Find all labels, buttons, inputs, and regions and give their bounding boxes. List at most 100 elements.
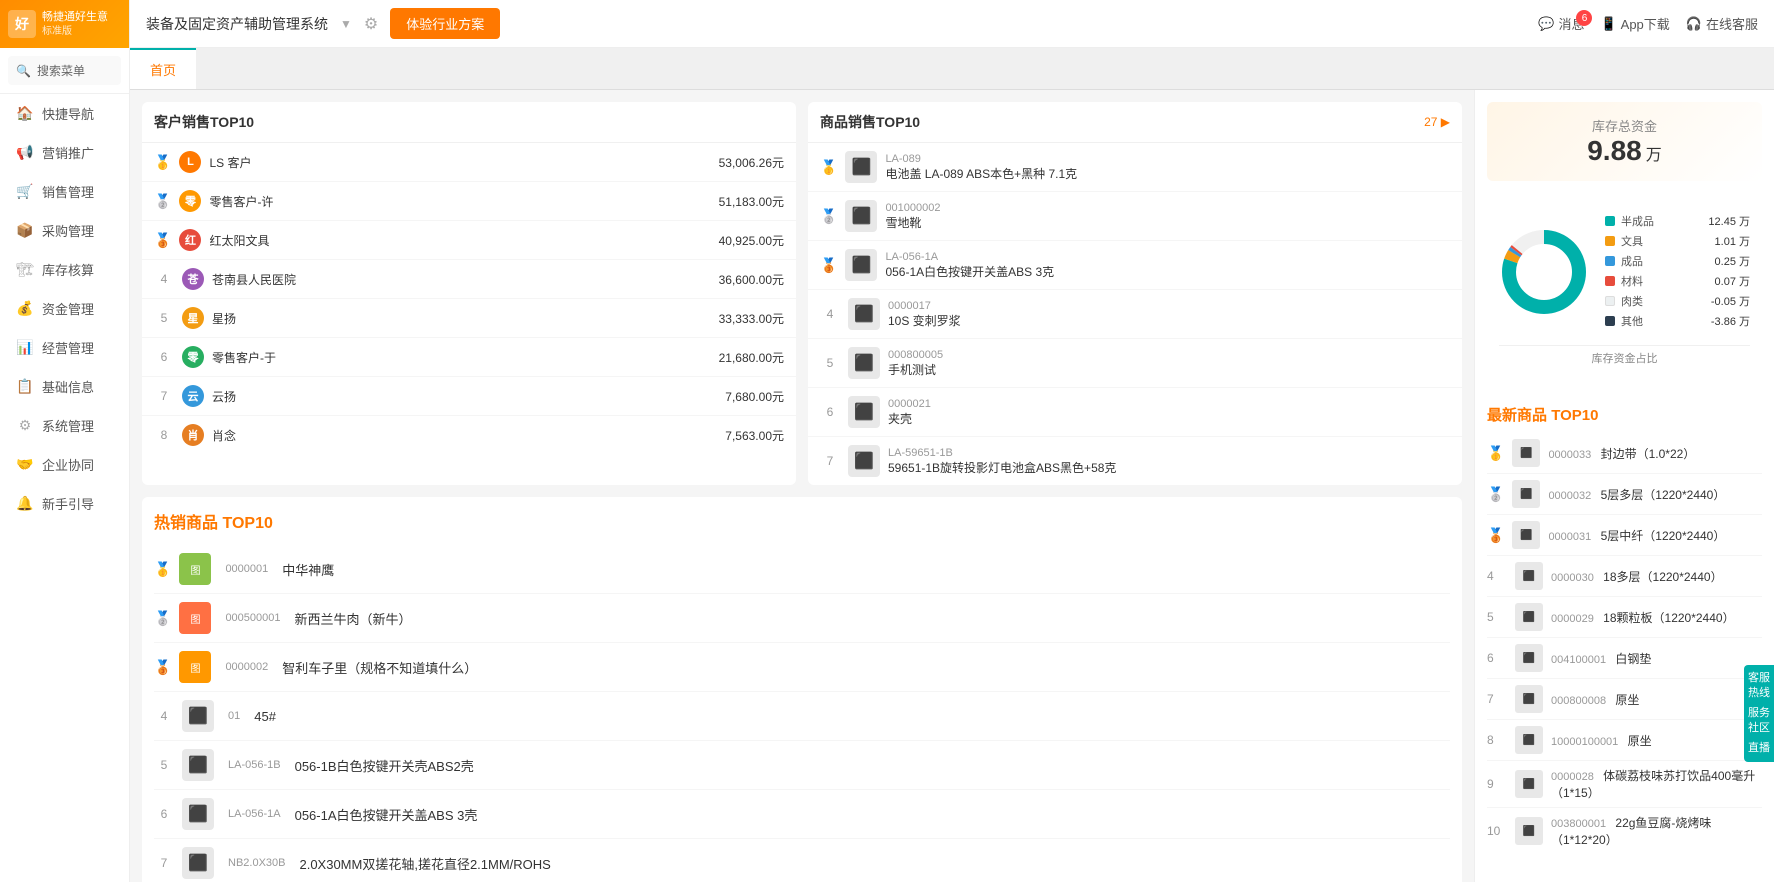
sidebar-item-basics[interactable]: 📋 基础信息 [0, 367, 129, 406]
medal-icon: 🥇 [1487, 445, 1504, 462]
settings-icon[interactable]: ⚙ [364, 14, 378, 34]
legend-dot [1605, 296, 1615, 306]
product-avatar: ⬛ [848, 396, 880, 428]
legend-item: 肉类 -0.05 万 [1605, 293, 1750, 309]
sidebar-item-finance[interactable]: 💰 资金管理 [0, 289, 129, 328]
main-content: 装备及固定资产辅助管理系统 ▼ ⚙ 体验行业方案 💬 消息 6 📱 App下载 … [130, 0, 1774, 882]
app-logo: 好 畅捷通好生意 标准版 [0, 0, 129, 48]
new-product-item: 8 ⬛ 10000100001 原坐 [1487, 720, 1762, 761]
product-img: ⬛ [1515, 817, 1543, 845]
product-avatar: ⬛ [848, 445, 880, 477]
medal-icon: 🥉 [820, 257, 837, 274]
legend-dot [1605, 256, 1615, 266]
messages-button[interactable]: 💬 消息 6 [1538, 14, 1584, 33]
product-info: LA-089 电池盖 LA-089 ABS本色+黑种 7.1克 [885, 153, 1450, 182]
message-icon: 💬 [1538, 16, 1554, 32]
product-img: ⬛ [1515, 726, 1543, 754]
medal-icon: 🥈 [1487, 486, 1504, 503]
app-download-button[interactable]: 📱 App下载 [1600, 14, 1669, 33]
hot-products-title: 热销商品 TOP10 [142, 497, 1462, 545]
new-product-item: 10 ⬛ 003800001 22g鱼豆腐-烧烤味（1*12*20） [1487, 808, 1762, 854]
customer-service-float[interactable]: 客服 热线 服务 社区 直播 [1744, 665, 1774, 762]
list-item: 🥇 ⬛ LA-089 电池盖 LA-089 ABS本色+黑种 7.1克 [808, 143, 1462, 192]
operations-icon: 📊 [16, 339, 34, 357]
sidebar-item-operations[interactable]: 📊 经营管理 [0, 328, 129, 367]
search-icon: 🔍 [16, 64, 31, 78]
product-avatar: ⬛ [182, 749, 214, 781]
rank-num: 8 [154, 428, 174, 442]
product-img: ⬛ [1515, 770, 1543, 798]
customer-value: 53,006.26元 [719, 154, 784, 171]
product-avatar: 图 [179, 602, 211, 634]
finance-icon: 💰 [16, 300, 34, 318]
list-item: 4 ⬛ 0000017 10S 变刺罗浆 [808, 290, 1462, 339]
customer-badge: 红 [179, 229, 201, 251]
medal-icon: 🥇 [154, 154, 171, 171]
legend-dot [1605, 216, 1615, 226]
rank-num: 4 [154, 272, 174, 286]
product-avatar: 图 [179, 553, 211, 585]
product-img: ⬛ [1512, 521, 1540, 549]
product-info: 003800001 22g鱼豆腐-烧烤味（1*12*20） [1551, 814, 1762, 848]
mobile-icon: 📱 [1600, 16, 1616, 32]
product-avatar: ⬛ [182, 700, 214, 732]
tab-home[interactable]: 首页 [130, 48, 196, 89]
product-list: 🥇 ⬛ LA-089 电池盖 LA-089 ABS本色+黑种 7.1克 🥈 [808, 143, 1462, 485]
rank-num: 7 [820, 454, 840, 468]
customer-badge: 零 [179, 190, 201, 212]
sidebar-item-sales[interactable]: 🛒 销售管理 [0, 172, 129, 211]
inventory-total-card: 库存总资金 9.88 万 [1487, 102, 1762, 181]
product-img: ⬛ [1515, 644, 1543, 672]
search-menu-button[interactable]: 🔍 搜索菜单 [8, 56, 121, 85]
sidebar-item-inventory[interactable]: 🏗 库存核算 [0, 250, 129, 289]
new-product-item: 7 ⬛ 000800008 原坐 [1487, 679, 1762, 720]
medal-icon: 🥈 [154, 193, 171, 210]
sidebar-item-system[interactable]: ⚙ 系统管理 [0, 406, 129, 445]
rank-num: 5 [820, 356, 840, 370]
customer-name: 云扬 [212, 388, 717, 405]
sidebar-item-marketing[interactable]: 📢 营销推广 [0, 133, 129, 172]
list-item: 5 ⬛ 000800005 手机测试 [808, 339, 1462, 388]
customer-name: 零售客户-许 [209, 193, 710, 210]
search-area: 🔍 搜索菜单 [0, 48, 129, 94]
customer-badge: 星 [182, 307, 204, 329]
chart-container: 半成品 12.45 万 文具 1.01 万 成品 0.25 万 [1499, 205, 1750, 345]
hot-products-list: 🥇 图 0000001 中华神鹰 🥈 图 000500001 新西兰牛肉 [142, 545, 1462, 882]
new-product-item: 🥉 ⬛ 0000031 5层中纤（1220*2440） [1487, 515, 1762, 556]
list-item: 6 ⬛ 0000021 夹壳 [808, 388, 1462, 437]
system-title: 装备及固定资产辅助管理系统 [146, 14, 328, 34]
list-item: 🥉 ⬛ LA-056-1A 056-1A白色按键开关盖ABS 3克 [808, 241, 1462, 290]
customer-badge: 云 [182, 385, 204, 407]
customer-value: 21,680.00元 [719, 349, 784, 366]
product-img: ⬛ [1515, 562, 1543, 590]
online-service-button[interactable]: 🎧 在线客服 [1686, 14, 1758, 33]
medal-icon: 🥉 [154, 232, 171, 249]
list-item: 🥇 图 0000001 中华神鹰 [154, 545, 1450, 594]
list-item: 8 肖 肖念 7,563.00元 [142, 416, 796, 454]
product-info: 004100001 白钢垫 [1551, 650, 1762, 667]
list-item: 🥉 图 0000002 智利车子里（规格不知道填什么） [154, 643, 1450, 692]
customer-value: 40,925.00元 [719, 232, 784, 249]
legend-dot [1605, 316, 1615, 326]
sidebar-item-guide[interactable]: 🔔 新手引导 [0, 484, 129, 523]
product-avatar: ⬛ [182, 847, 214, 879]
sidebar-item-purchase[interactable]: 📦 采购管理 [0, 211, 129, 250]
list-item: 7 ⬛ LA-59651-1B 59651-1B旋转投影灯电池盒ABS黑色+58… [808, 437, 1462, 485]
nav-list: 🏠 快捷导航 📢 营销推广 🛒 销售管理 📦 采购管理 🏗 库存核算 💰 资金管… [0, 94, 129, 882]
system-icon: ⚙ [16, 417, 34, 435]
sidebar-item-enterprise[interactable]: 🤝 企业协同 [0, 445, 129, 484]
inventory-unit: 万 [1646, 141, 1662, 165]
product-top10-title: 商品销售TOP10 [820, 112, 920, 132]
customer-name: 肖念 [212, 427, 717, 444]
sidebar-item-quick-nav[interactable]: 🏠 快捷导航 [0, 94, 129, 133]
sidebar: 好 畅捷通好生意 标准版 🔍 搜索菜单 🏠 快捷导航 📢 营销推广 🛒 销售管理… [0, 0, 130, 882]
product-info: LA-59651-1B 59651-1B旋转投影灯电池盒ABS黑色+58克 [888, 447, 1450, 476]
inventory-icon: 🏗 [16, 261, 34, 279]
topbar: 装备及固定资产辅助管理系统 ▼ ⚙ 体验行业方案 💬 消息 6 📱 App下载 … [130, 0, 1774, 48]
dropdown-arrow-icon: ▼ [340, 17, 352, 31]
trial-button[interactable]: 体验行业方案 [390, 8, 500, 39]
medal-icon: 🥉 [154, 659, 171, 676]
product-avatar: ⬛ [845, 249, 877, 281]
legend-item: 文具 1.01 万 [1605, 233, 1750, 249]
product-info: 000800005 手机测试 [888, 349, 1450, 378]
